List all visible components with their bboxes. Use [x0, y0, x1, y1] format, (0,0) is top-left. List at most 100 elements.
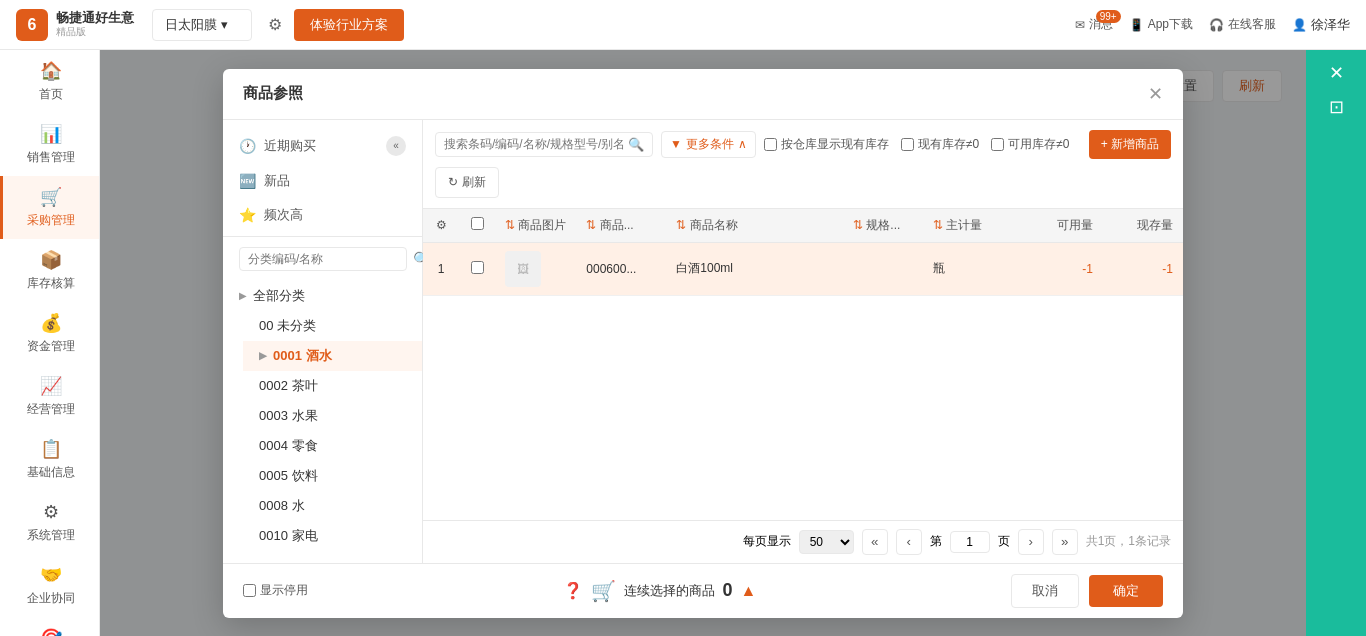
col-header-name[interactable]: ⇅ 商品名称 — [666, 209, 843, 243]
per-page-select[interactable]: 50 100 200 — [799, 530, 854, 554]
settings-icon[interactable]: ⚙ — [268, 15, 282, 34]
checkbox-warehouse-stock[interactable]: 按仓库显示现有库存 — [764, 136, 889, 153]
experience-button[interactable]: 体验行业方案 — [294, 9, 404, 41]
cancel-button[interactable]: 取消 — [1011, 574, 1079, 608]
tree-item-fruit[interactable]: 0003 水果 — [243, 401, 422, 431]
checkbox-current-stock[interactable]: 现有库存≠0 — [901, 136, 979, 153]
row-stock-1: -1 — [1103, 242, 1183, 295]
checkbox-available-stock[interactable]: 可用库存≠0 — [991, 136, 1069, 153]
user-name: 徐泽华 — [1311, 16, 1350, 34]
col-header-available[interactable]: 可用量 — [1003, 209, 1103, 243]
sidebar-label-operations: 经营管理 — [27, 401, 75, 418]
total-pages-info: 共1页，1条记录 — [1086, 533, 1171, 550]
mobile-icon: 📱 — [1129, 18, 1144, 32]
tree-item-all[interactable]: ▶ 全部分类 — [223, 281, 422, 311]
sidebar-item-collab[interactable]: 🤝 企业协同 — [0, 554, 99, 617]
confirm-button[interactable]: 确定 — [1089, 575, 1163, 607]
system-icon: ⚙ — [43, 501, 59, 523]
nav-new-product[interactable]: 🆕 新品 — [223, 164, 422, 198]
tree-item-unclassified[interactable]: 00 未分类 — [243, 311, 422, 341]
nav-high-freq[interactable]: ⭐ 频次高 — [223, 198, 422, 232]
sidebar-item-system[interactable]: ⚙ 系统管理 — [0, 491, 99, 554]
checkbox-current-stock-input[interactable] — [901, 138, 914, 151]
nav-right: ✉ 消息 99+ 📱 App下载 🎧 在线客服 👤 徐泽华 — [1075, 16, 1350, 34]
gear-icon[interactable]: ⚙ — [436, 218, 447, 232]
tree-item-snack[interactable]: 0004 零食 — [243, 431, 422, 461]
notifications-badge: 99+ — [1096, 10, 1121, 23]
store-dropdown-icon: ▾ — [221, 17, 228, 32]
recent-label: 近期购买 — [264, 137, 316, 155]
sidebar-item-finance[interactable]: 💰 资金管理 — [0, 302, 99, 365]
tree-item-appliance-label: 0010 家电 — [259, 527, 318, 545]
user-avatar: 👤 — [1292, 18, 1307, 32]
show-disabled-input[interactable] — [243, 584, 256, 597]
sidebar-item-purchase[interactable]: 🛒 采购管理 — [0, 176, 99, 239]
col-header-code[interactable]: ⇅ 商品... — [576, 209, 666, 243]
sidebar-item-home[interactable]: 🏠 首页 — [0, 50, 99, 113]
notifications-item[interactable]: ✉ 消息 99+ — [1075, 16, 1113, 33]
modal-body: 🕐 近期购买 « 🆕 新品 ⭐ 频次高 — [223, 120, 1183, 563]
category-search-input[interactable] — [239, 247, 407, 271]
main-layout: 🏠 首页 📊 销售管理 🛒 采购管理 📦 库存核算 💰 资金管理 📈 经营管理 … — [0, 50, 1366, 636]
tree-item-tea-label: 0002 茶叶 — [259, 377, 318, 395]
app-download-item[interactable]: 📱 App下载 — [1129, 16, 1193, 33]
checkbox-available-stock-input[interactable] — [991, 138, 1004, 151]
tree-item-water[interactable]: 0008 水 — [243, 491, 422, 521]
row-image-1: 🖼 — [495, 242, 576, 295]
tree-item-drink-label: 0005 饮料 — [259, 467, 318, 485]
nav-recent-purchase[interactable]: 🕐 近期购买 « — [223, 128, 422, 164]
row-spec-1 — [843, 242, 923, 295]
col-header-unit[interactable]: ⇅ 主计量 — [923, 209, 1003, 243]
sidebar-item-guide[interactable]: 🎯 新手引导 — [0, 617, 99, 636]
tree-item-liquor[interactable]: ▶ 0001 酒水 — [243, 341, 422, 371]
message-icon: ✉ — [1075, 18, 1085, 32]
product-search-input[interactable] — [444, 137, 624, 151]
col-header-stock: 现存量 — [1103, 209, 1183, 243]
modal-footer: 显示停用 ❓ 🛒 连续选择的商品 0 ▲ 取消 确定 — [223, 563, 1183, 618]
last-page-button[interactable]: » — [1052, 529, 1078, 555]
tree-item-unclassified-label: 00 未分类 — [259, 317, 316, 335]
tree-item-drink[interactable]: 0005 饮料 — [243, 461, 422, 491]
sidebar-label-system: 系统管理 — [27, 527, 75, 544]
product-table-container: ⚙ ⇅ 商品图片 ⇅ 商品... — [423, 209, 1183, 520]
freq-label: 频次高 — [264, 206, 303, 224]
sidebar-item-sales[interactable]: 📊 销售管理 — [0, 113, 99, 176]
more-filters-button[interactable]: ▼ 更多条件 ∧ — [661, 131, 756, 158]
user-item[interactable]: 👤 徐泽华 — [1292, 16, 1350, 34]
nav-center: ⚙ 体验行业方案 — [252, 9, 1075, 41]
col-unit-sort-icon: ⇅ — [933, 218, 943, 232]
show-disabled-checkbox[interactable]: 显示停用 — [243, 582, 308, 599]
refresh-table-button[interactable]: ↻ 刷新 — [435, 167, 499, 198]
row-checkbox-input-1[interactable] — [471, 261, 484, 274]
tree-item-appliance[interactable]: 0010 家电 — [243, 521, 422, 551]
footer-collapse-icon[interactable]: ▲ — [741, 582, 757, 600]
cart-icon[interactable]: 🛒 — [591, 579, 616, 603]
teal-expand-button[interactable]: ⊡ — [1329, 96, 1344, 118]
product-reference-modal: 商品参照 ✕ 🕐 近期购买 « 🆕 新品 — [223, 69, 1183, 618]
sidebar-item-operations[interactable]: 📈 经营管理 — [0, 365, 99, 428]
first-page-button[interactable]: « — [862, 529, 888, 555]
sidebar-item-inventory[interactable]: 📦 库存核算 — [0, 239, 99, 302]
checkbox-warehouse-stock-input[interactable] — [764, 138, 777, 151]
store-selector[interactable]: 日太阳膜 ▾ — [152, 9, 252, 41]
top-navigation: 6 畅捷通好生意 精品版 日太阳膜 ▾ ⚙ 体验行业方案 ✉ 消息 99+ 📱 … — [0, 0, 1366, 50]
modal-close-button[interactable]: ✕ — [1148, 83, 1163, 105]
show-disabled-label: 显示停用 — [260, 582, 308, 599]
online-service-item[interactable]: 🎧 在线客服 — [1209, 16, 1276, 33]
select-all-checkbox[interactable] — [471, 217, 484, 230]
tree-item-tea[interactable]: 0002 茶叶 — [243, 371, 422, 401]
page-number-input[interactable] — [950, 531, 990, 553]
next-page-button[interactable]: › — [1018, 529, 1044, 555]
add-product-button[interactable]: + 新增商品 — [1089, 130, 1171, 159]
table-row[interactable]: 1 🖼 000600... 白酒100ml — [423, 242, 1183, 295]
product-search-icon[interactable]: 🔍 — [628, 137, 644, 152]
right-teal-panel: ✕ ⊡ — [1306, 50, 1366, 636]
teal-close-button[interactable]: ✕ — [1329, 62, 1344, 84]
collapse-left-button[interactable]: « — [386, 136, 406, 156]
footer-cart-area: ❓ 🛒 连续选择的商品 0 ▲ — [563, 579, 757, 603]
sidebar-item-basics[interactable]: 📋 基础信息 — [0, 428, 99, 491]
col-header-spec[interactable]: ⇅ 规格... — [843, 209, 923, 243]
refresh-label: 刷新 — [462, 174, 486, 191]
prev-page-button[interactable]: ‹ — [896, 529, 922, 555]
help-icon[interactable]: ❓ — [563, 581, 583, 600]
